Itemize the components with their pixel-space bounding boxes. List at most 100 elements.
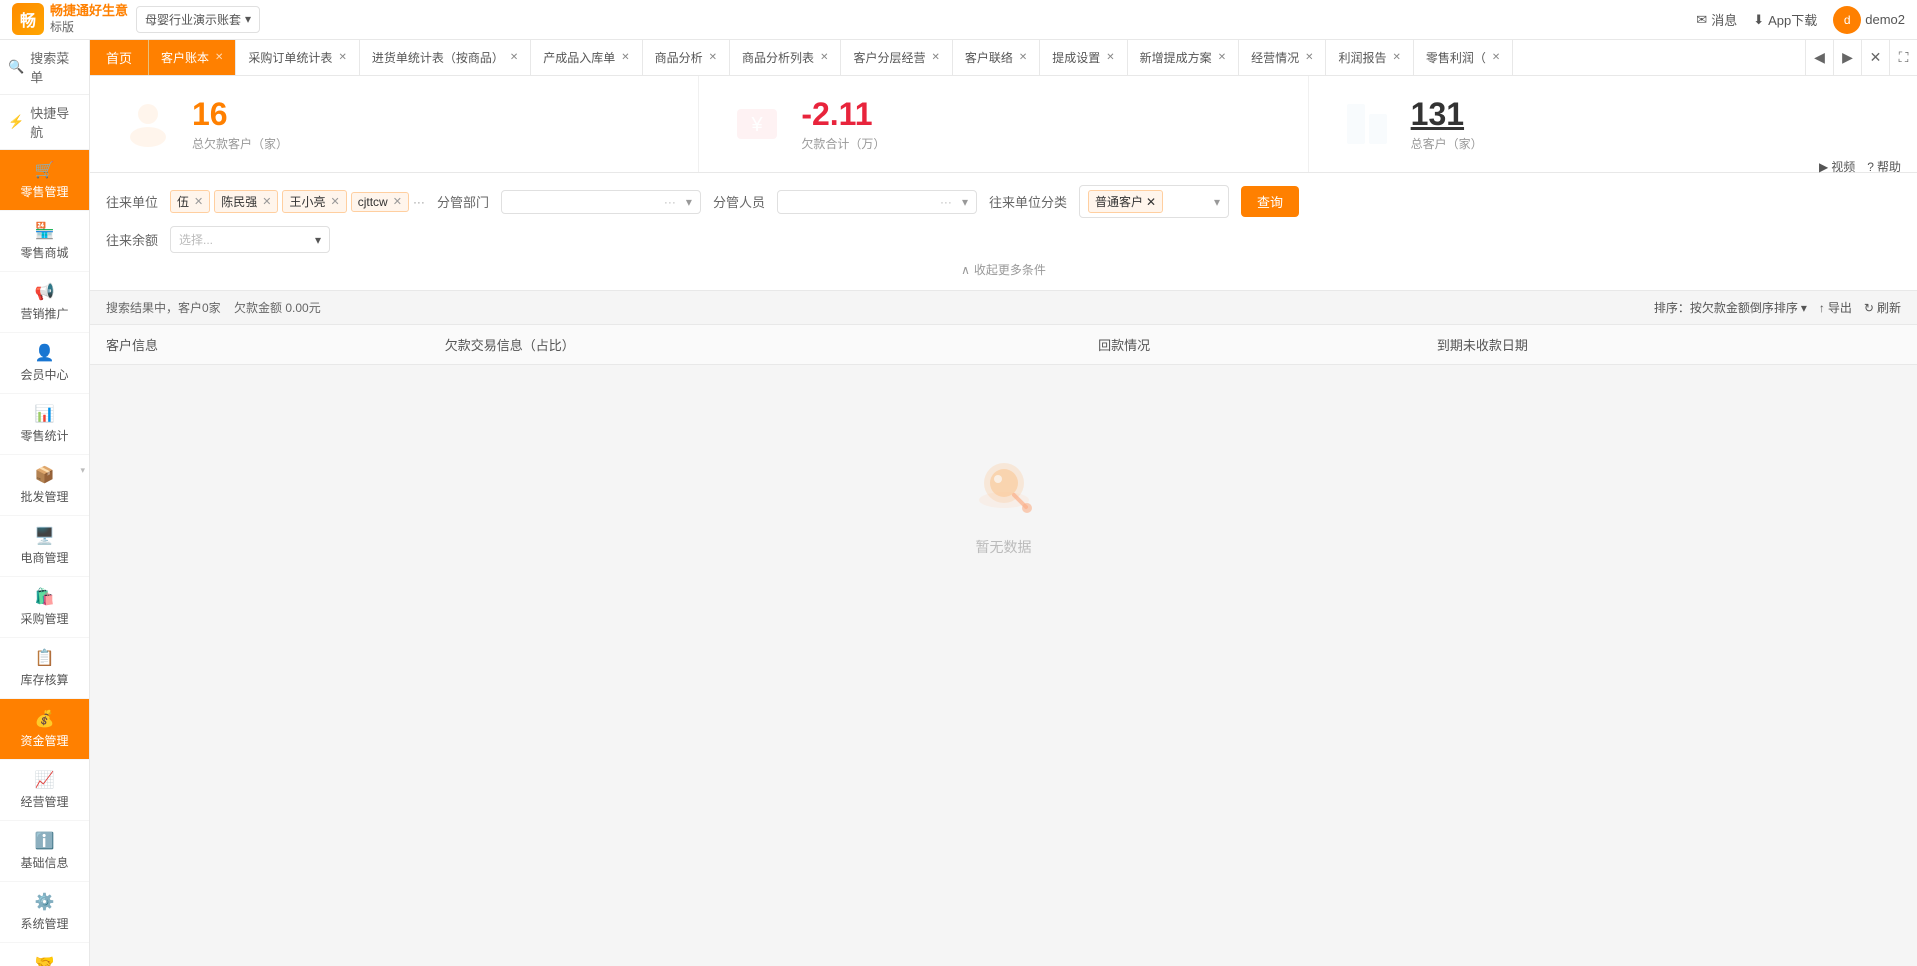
tab-retail-profit[interactable]: 零售利润（ ✕: [1414, 40, 1513, 75]
tab-product-storage[interactable]: 产成品入库单 ✕: [531, 40, 642, 75]
sidebar-item-sys-mgmt[interactable]: ⚙️ 系统管理: [0, 882, 89, 943]
close-tab-goods-analysis[interactable]: ✕: [709, 52, 717, 63]
tab-goods-analysis-list[interactable]: 商品分析列表 ✕: [730, 40, 841, 75]
balance-select[interactable]: 选择... ▾: [170, 226, 330, 253]
message-label: 消息: [1711, 10, 1737, 29]
remove-tag-chen[interactable]: ✕: [262, 195, 271, 208]
close-tab-customer-ledger[interactable]: ✕: [215, 52, 223, 63]
sidebar-item-finance[interactable]: 💰 资金管理: [0, 699, 89, 760]
sidebar-label-basic-info: 基础信息: [20, 854, 68, 871]
close-tab-purchase-order-stats[interactable]: ✕: [338, 52, 346, 63]
sidebar-item-ecommerce[interactable]: 🖥️ 电商管理: [0, 516, 89, 577]
sidebar-label-operations: 经营管理: [20, 793, 68, 810]
sidebar-label-batch-mgmt: 批发管理: [20, 488, 68, 505]
person-select[interactable]: ··· ▾: [777, 190, 977, 214]
operations-icon: 📈: [35, 770, 55, 790]
remove-tag-wu[interactable]: ✕: [194, 195, 203, 208]
scroll-left-btn[interactable]: ◀: [1805, 40, 1833, 76]
retail-mall-icon: 🏪: [35, 221, 55, 241]
retail-stats-icon: 📊: [35, 404, 55, 424]
close-tab-retail-profit[interactable]: ✕: [1492, 52, 1500, 63]
sidebar-label-finance: 资金管理: [20, 732, 68, 749]
close-tab-new-commission-plan[interactable]: ✕: [1218, 52, 1226, 63]
expand-btn[interactable]: ⛶: [1889, 40, 1917, 76]
sidebar-item-inventory[interactable]: 📋 库存核算: [0, 638, 89, 699]
sidebar-item-purchase[interactable]: 🛍️ 采购管理: [0, 577, 89, 638]
username-label: demo2: [1865, 12, 1905, 27]
close-tab-operations[interactable]: ✕: [1305, 52, 1313, 63]
result-summary: 搜索结果中，客户0家: [106, 301, 221, 315]
sidebar-item-batch-mgmt[interactable]: 📦 批发管理 ▾: [0, 455, 89, 516]
sidebar-item-basic-info[interactable]: ℹ️ 基础信息: [0, 821, 89, 882]
scroll-right-btn[interactable]: ▶: [1833, 40, 1861, 76]
tab-customer-contact[interactable]: 客户联络 ✕: [953, 40, 1040, 75]
filter-bar: 往来单位 伍 ✕ 陈民强 ✕ 王小亮 ✕ cjttcw ✕ ···: [90, 173, 1917, 291]
col-overdue-info: 欠款交易信息（占比）: [429, 325, 1082, 365]
app-download-label: App下载: [1768, 10, 1817, 29]
quick-nav[interactable]: ⚡ 快捷导航: [0, 95, 89, 150]
tab-commission-settings[interactable]: 提成设置 ✕: [1040, 40, 1127, 75]
category-select[interactable]: 普通客户 ✕ ▾: [1079, 185, 1229, 218]
export-button[interactable]: ↑ 导出: [1819, 299, 1852, 316]
search-icon: 🔍: [8, 59, 24, 75]
search-menu[interactable]: 🔍 搜索菜单: [0, 40, 89, 95]
close-all-btn[interactable]: ✕: [1861, 40, 1889, 76]
table-header: 客户信息 欠款交易信息（占比） 回款情况 到期未收款日期: [90, 325, 1917, 365]
message-action[interactable]: ✉ 消息: [1696, 10, 1737, 29]
tab-operations[interactable]: 经营情况 ✕: [1239, 40, 1326, 75]
sidebar-item-retail-mall[interactable]: 🏪 零售商城: [0, 211, 89, 272]
tab-customer-layer[interactable]: 客户分层经营 ✕: [841, 40, 952, 75]
tab-goods-stats[interactable]: 进货单统计表（按商品） ✕: [360, 40, 531, 75]
sidebar-item-marketing[interactable]: 📢 营销推广: [0, 272, 89, 333]
close-tab-product-storage[interactable]: ✕: [621, 52, 629, 63]
logo-area: 畅 畅捷通好生意 标版: [12, 3, 128, 35]
remove-category-tag[interactable]: ✕: [1146, 195, 1156, 209]
dept-select[interactable]: ··· ▾: [501, 190, 701, 214]
filter-tag-wu: 伍 ✕: [170, 190, 210, 213]
user-action[interactable]: d demo2: [1833, 6, 1905, 34]
remove-tag-cjttcw[interactable]: ✕: [393, 195, 402, 208]
close-tab-goods-stats[interactable]: ✕: [510, 52, 518, 63]
filter-tags-more[interactable]: ···: [413, 195, 425, 209]
refresh-button[interactable]: ↻ 刷新: [1864, 299, 1901, 316]
col-customer-info: 客户信息: [90, 325, 429, 365]
tab-new-commission-plan[interactable]: 新增提成方案 ✕: [1128, 40, 1239, 75]
close-tab-commission-settings[interactable]: ✕: [1106, 52, 1114, 63]
close-tab-profit-report[interactable]: ✕: [1393, 52, 1401, 63]
tab-purchase-order-stats[interactable]: 采购订单统计表 ✕: [236, 40, 359, 75]
sidebar-label-marketing: 营销推广: [20, 305, 68, 322]
tab-profit-report[interactable]: 利润报告 ✕: [1326, 40, 1413, 75]
app-download-action[interactable]: ⬇ App下载: [1753, 10, 1817, 29]
stat-label-overdue-customers: 总欠款客户（家）: [192, 135, 668, 152]
result-text: 搜索结果中，客户0家 欠款金额 0.00元: [106, 299, 321, 316]
help-link[interactable]: ? 帮助: [1867, 158, 1901, 175]
sort-arrow-icon: ▾: [1801, 301, 1807, 315]
filter-tags-unit: 伍 ✕ 陈民强 ✕ 王小亮 ✕ cjttcw ✕ ···: [170, 190, 425, 213]
stat-overdue-amount: ¥ -2.11 欠款合计（万）: [699, 76, 1308, 172]
close-tab-customer-contact[interactable]: ✕: [1019, 52, 1027, 63]
sidebar-item-retail-mgmt[interactable]: 🛒 零售管理: [0, 150, 89, 211]
stat-info-total: 131 总客户（家）: [1411, 96, 1887, 152]
query-button[interactable]: 查询: [1241, 186, 1299, 217]
sys-mgmt-icon: ⚙️: [35, 892, 55, 912]
member-center-icon: 👤: [35, 343, 55, 363]
sidebar-item-member-center[interactable]: 👤 会员中心: [0, 333, 89, 394]
tab-goods-analysis[interactable]: 商品分析 ✕: [643, 40, 730, 75]
person-arrow-icon: ▾: [962, 195, 968, 209]
dept-label: 分管部门: [437, 192, 489, 211]
logo-text: 畅捷通好生意 标版: [50, 3, 128, 35]
sort-select[interactable]: 排序：按欠款金额倒序排序 ▾: [1654, 299, 1807, 316]
close-tab-goods-analysis-list[interactable]: ✕: [820, 52, 828, 63]
remove-tag-wang[interactable]: ✕: [331, 195, 340, 208]
collapse-button[interactable]: ∧ 收起更多条件: [961, 261, 1046, 278]
stat-label-total-customers: 总客户（家）: [1411, 135, 1887, 152]
sidebar-item-operations[interactable]: 📈 经营管理: [0, 760, 89, 821]
tab-customer-ledger[interactable]: 客户账本 ✕: [149, 40, 236, 75]
sidebar-item-enterprise[interactable]: 🤝 企业协同: [0, 943, 89, 966]
store-selector[interactable]: 母婴行业演示账套 ▾: [136, 6, 260, 33]
sidebar-item-retail-stats[interactable]: 📊 零售统计: [0, 394, 89, 455]
close-tab-customer-layer[interactable]: ✕: [931, 52, 939, 63]
video-link[interactable]: ▶ 视频: [1819, 158, 1855, 175]
help-icon: ?: [1867, 160, 1874, 174]
tab-home[interactable]: 首页: [90, 40, 149, 75]
